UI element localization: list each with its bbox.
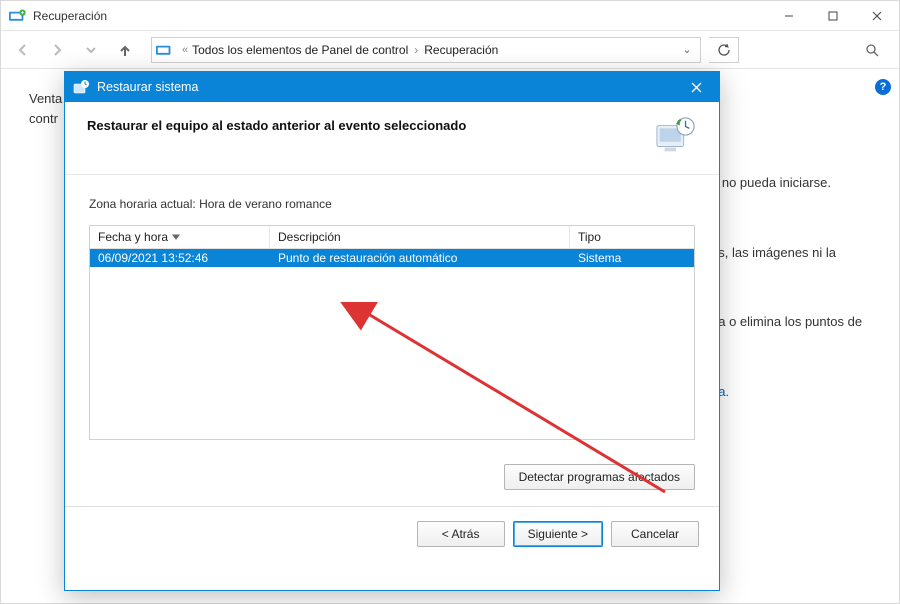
recovery-app-icon bbox=[9, 9, 27, 23]
outer-window-title: Recuperación bbox=[33, 9, 107, 23]
control-panel-window: Recuperación « Todos los elementos de Pa… bbox=[0, 0, 900, 604]
dialog-titlebar[interactable]: Restaurar sistema bbox=[65, 72, 719, 102]
sort-descending-icon bbox=[172, 230, 180, 244]
cell-date: 06/09/2021 13:52:46 bbox=[90, 249, 270, 267]
cell-description: Punto de restauración automático bbox=[270, 249, 570, 267]
dialog-header: Restaurar el equipo al estado anterior a… bbox=[65, 102, 719, 175]
minimize-button[interactable] bbox=[767, 1, 811, 31]
search-button[interactable] bbox=[859, 37, 885, 63]
outer-titlebar: Recuperación bbox=[1, 1, 899, 31]
system-restore-icon bbox=[73, 79, 89, 95]
restore-art-icon bbox=[655, 116, 697, 154]
next-button[interactable]: Siguiente > bbox=[513, 521, 603, 547]
refresh-button[interactable] bbox=[709, 37, 739, 63]
dialog-footer: < Atrás Siguiente > Cancelar bbox=[65, 507, 719, 561]
table-header: Fecha y hora Descripción Tipo bbox=[90, 226, 694, 249]
bg-right-text: o no pueda iniciarse. os, las imágenes n… bbox=[711, 173, 871, 451]
recovery-breadcrumb-icon bbox=[156, 43, 174, 57]
column-header-date[interactable]: Fecha y hora bbox=[90, 226, 270, 248]
breadcrumb[interactable]: « Todos los elementos de Panel de contro… bbox=[151, 37, 701, 63]
table-rows-container: 06/09/2021 13:52:46 Punto de restauració… bbox=[90, 249, 694, 439]
column-header-type[interactable]: Tipo bbox=[570, 226, 694, 248]
cancel-button[interactable]: Cancelar bbox=[611, 521, 699, 547]
nav-forward-button[interactable] bbox=[45, 38, 69, 62]
maximize-button[interactable] bbox=[811, 1, 855, 31]
restore-points-table: Fecha y hora Descripción Tipo 06/09/2021… bbox=[89, 225, 695, 440]
dialog-body: Zona horaria actual: Hora de verano roma… bbox=[65, 175, 719, 450]
back-button[interactable]: < Atrás bbox=[417, 521, 505, 547]
breadcrumb-prefix: « bbox=[178, 44, 192, 56]
detect-programs-button[interactable]: Detectar programas afectados bbox=[504, 464, 695, 490]
nav-up-button[interactable] bbox=[113, 38, 137, 62]
chevron-right-icon: › bbox=[408, 43, 424, 57]
column-header-description[interactable]: Descripción bbox=[270, 226, 570, 248]
nav-back-button[interactable] bbox=[11, 38, 35, 62]
breadcrumb-current[interactable]: Recuperación bbox=[424, 43, 498, 57]
dialog-title: Restaurar sistema bbox=[97, 80, 681, 94]
navigation-bar: « Todos los elementos de Panel de contro… bbox=[1, 31, 899, 69]
timezone-label: Zona horaria actual: Hora de verano roma… bbox=[89, 197, 695, 211]
help-icon[interactable]: ? bbox=[875, 79, 891, 95]
bg-left-text: Venta contr bbox=[29, 89, 62, 128]
close-button[interactable] bbox=[855, 1, 899, 31]
dialog-close-button[interactable] bbox=[681, 72, 711, 102]
table-row[interactable]: 06/09/2021 13:52:46 Punto de restauració… bbox=[90, 249, 694, 267]
system-restore-dialog: Restaurar sistema Restaurar el equipo al… bbox=[64, 71, 720, 591]
chevron-down-icon[interactable]: ⌄ bbox=[678, 43, 696, 56]
breadcrumb-parent[interactable]: Todos los elementos de Panel de control bbox=[192, 43, 408, 57]
cell-type: Sistema bbox=[570, 249, 694, 267]
nav-dropdown-button[interactable] bbox=[79, 38, 103, 62]
dialog-heading: Restaurar el equipo al estado anterior a… bbox=[87, 116, 643, 133]
